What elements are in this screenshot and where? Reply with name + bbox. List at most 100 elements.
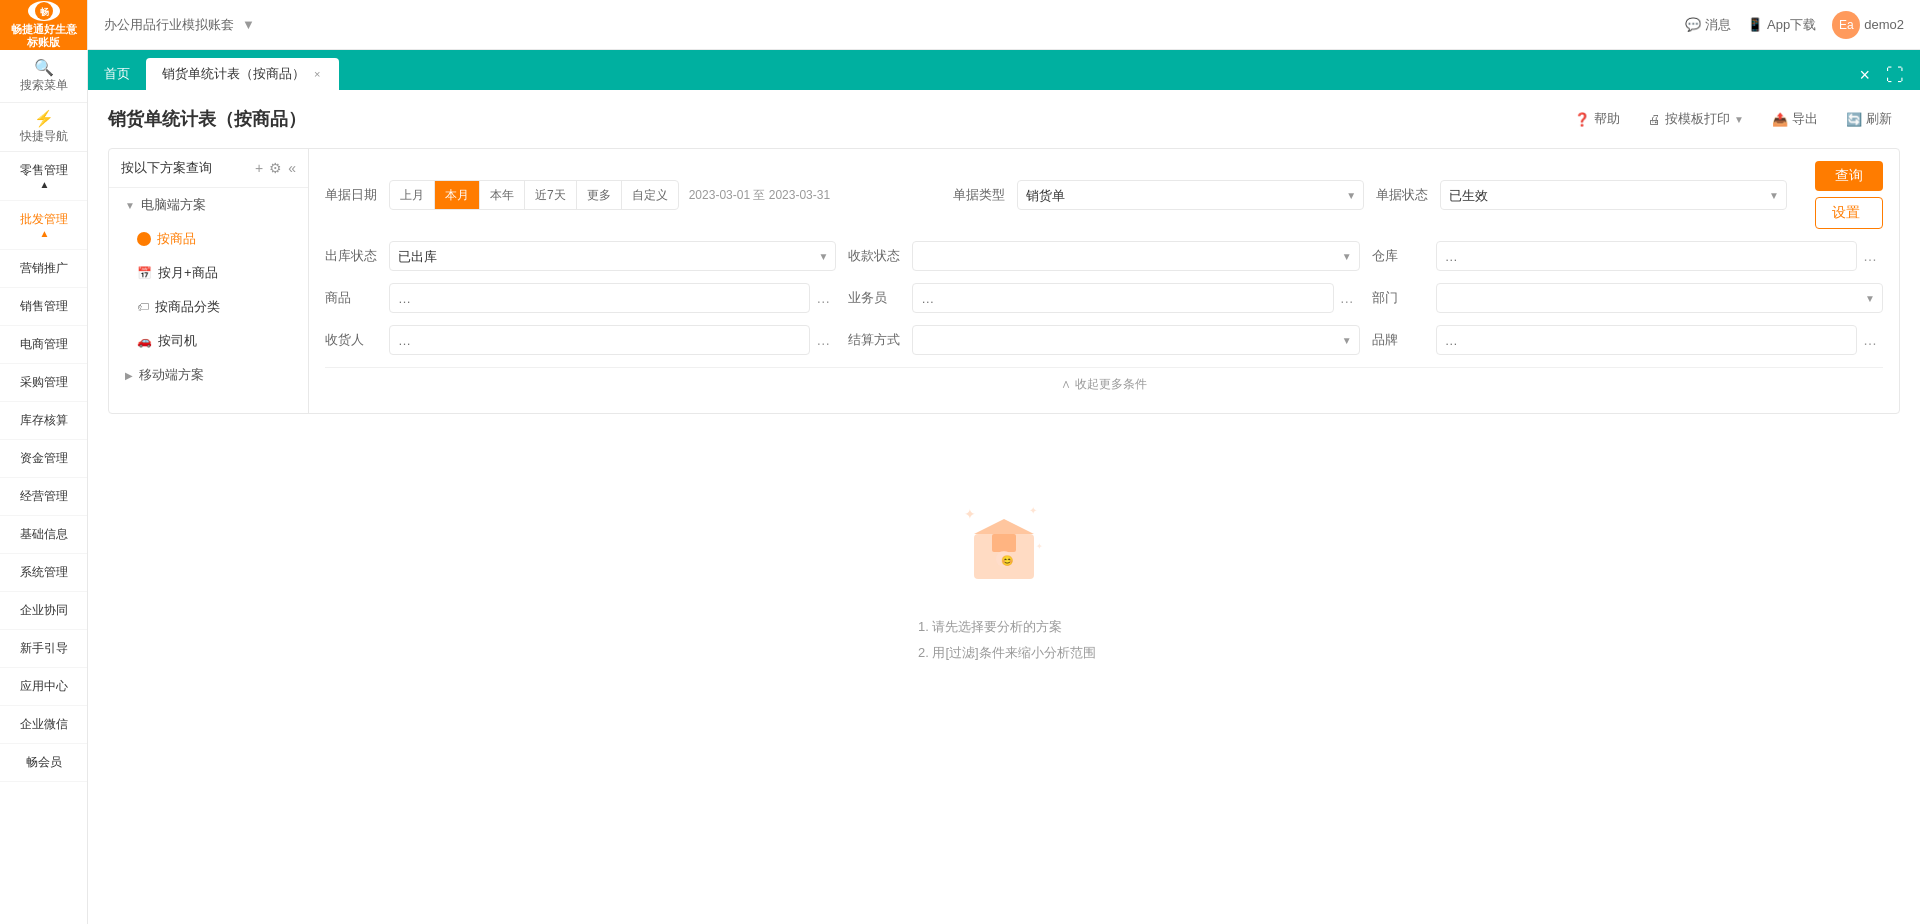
sidebar-logo: 畅 畅捷通好生意 标账版	[0, 0, 87, 50]
consignee-input[interactable]	[389, 325, 810, 355]
page-title: 销货单统计表（按商品）	[108, 107, 306, 131]
brand-label: 品牌	[1372, 331, 1428, 349]
svg-text:✦: ✦	[964, 506, 976, 522]
filter-field-out-status: 出库状态 已出库 ▼	[325, 241, 836, 271]
filter-sidebar: 按以下方案查询 + ⚙ « ▼ 电脑端方案 按商品	[109, 149, 309, 413]
date-tab-this-month[interactable]: 本月	[435, 181, 480, 209]
sidebar-item-label-7: 资金管理	[20, 450, 68, 467]
tab-close-window-btn[interactable]: ×	[1855, 61, 1874, 90]
tab-home[interactable]: 首页	[88, 58, 146, 90]
sidebar-quick-nav[interactable]: ⚡ 快捷导航	[0, 103, 87, 152]
sidebar-item-label-8: 经营管理	[20, 488, 68, 505]
sidebar-item-15[interactable]: 畅会员	[0, 744, 87, 782]
empty-text: 请先选择要分析的方案 用[过滤]条件来缩小分析范围	[912, 614, 1095, 666]
svg-text:畅: 畅	[39, 7, 48, 17]
filter-add-icon[interactable]: +	[255, 160, 263, 176]
sidebar-item-3[interactable]: 销售管理	[0, 288, 87, 326]
sidebar-item-13[interactable]: 应用中心	[0, 668, 87, 706]
template-print-btn[interactable]: 🖨 按模板打印 ▼	[1640, 106, 1752, 132]
payment-select-wrap: ▼	[912, 325, 1359, 355]
filter-tree-mobile[interactable]: ▶ 移动端方案	[109, 358, 308, 392]
sidebar-item-8[interactable]: 经营管理	[0, 478, 87, 516]
filter-field-date: 单据日期 上月 本月 本年 近7天 更多 自定义 20	[325, 180, 941, 210]
salesperson-label: 业务员	[848, 289, 904, 307]
sidebar-item-label-15: 畅会员	[26, 754, 62, 771]
sidebar-search[interactable]: 🔍 搜索菜单	[0, 50, 87, 103]
doc-status-select-wrap: 已生效 ▼	[1440, 180, 1787, 210]
settings-btn[interactable]: 设置	[1815, 197, 1883, 229]
date-tab-this-year[interactable]: 本年	[480, 181, 525, 209]
sidebar-item-7[interactable]: 资金管理	[0, 440, 87, 478]
sidebar-item-11[interactable]: 企业协同	[0, 592, 87, 630]
sidebar-item-label-11: 企业协同	[20, 602, 68, 619]
receipt-status-select[interactable]	[912, 241, 1359, 271]
collapse-conditions-btn[interactable]: ∧ 收起更多条件	[325, 367, 1883, 401]
tab-maximize-btn[interactable]: ⛶	[1882, 61, 1908, 90]
filter-row-3: 商品 … 业务员 … 部门	[325, 283, 1883, 313]
sidebar-item-1[interactable]: 批发管理▲	[0, 201, 87, 250]
sidebar-item-label-13: 应用中心	[20, 678, 68, 695]
product-dots-btn[interactable]: …	[810, 290, 836, 306]
sidebar-item-label-3: 销售管理	[20, 298, 68, 315]
filter-collapse-icon[interactable]: «	[288, 160, 296, 176]
filter-sidebar-icons: + ⚙ «	[255, 160, 296, 176]
sidebar-item-label-14: 企业微信	[20, 716, 68, 733]
export-btn[interactable]: 📤 导出	[1764, 106, 1826, 132]
receipt-status-label: 收款状态	[848, 247, 904, 265]
doc-type-label: 单据类型	[953, 186, 1009, 204]
app-download-btn[interactable]: 📱 App下载	[1747, 16, 1816, 34]
warehouse-dots-btn[interactable]: …	[1857, 248, 1883, 264]
sidebar-item-12[interactable]: 新手引导	[0, 630, 87, 668]
sidebar-item-10[interactable]: 系统管理	[0, 554, 87, 592]
industry-dropdown-icon[interactable]: ▼	[242, 17, 255, 32]
help-icon: ❓	[1574, 112, 1590, 127]
date-tab-last7[interactable]: 近7天	[525, 181, 577, 209]
filter-tree-desktop[interactable]: ▼ 电脑端方案	[109, 188, 308, 222]
filter-field-receipt-status: 收款状态 ▼	[848, 241, 1359, 271]
department-select-wrap: ▼	[1436, 283, 1883, 313]
tab-home-label: 首页	[104, 65, 130, 83]
refresh-btn[interactable]: 🔄 刷新	[1838, 106, 1900, 132]
filter-row-4: 收货人 … 结算方式 ▼	[325, 325, 1883, 355]
month-icon: 📅	[137, 266, 152, 280]
date-tab-more[interactable]: 更多	[577, 181, 622, 209]
product-input[interactable]	[389, 283, 810, 313]
sidebar-item-4[interactable]: 电商管理	[0, 326, 87, 364]
sidebar-item-6[interactable]: 库存核算	[0, 402, 87, 440]
salesperson-input[interactable]	[912, 283, 1333, 313]
tab-window-actions: × ⛶	[1855, 61, 1920, 90]
user-profile[interactable]: Ea demo2	[1832, 11, 1904, 39]
sidebar-item-label-9: 基础信息	[20, 526, 68, 543]
brand-dots-btn[interactable]: …	[1857, 332, 1883, 348]
doc-type-select[interactable]: 销货单	[1017, 180, 1364, 210]
filter-tree-item-by-category[interactable]: 🏷 按商品分类	[109, 290, 308, 324]
date-tab-last-month[interactable]: 上月	[390, 181, 435, 209]
date-tab-custom[interactable]: 自定义	[622, 181, 678, 209]
doc-status-select[interactable]: 已生效	[1440, 180, 1787, 210]
sidebar-item-5[interactable]: 采购管理	[0, 364, 87, 402]
consignee-dots-btn[interactable]: …	[810, 332, 836, 348]
filter-tree-item-by-month-product[interactable]: 📅 按月+商品	[109, 256, 308, 290]
sidebar-item-14[interactable]: 企业微信	[0, 706, 87, 744]
doc-status-label: 单据状态	[1376, 186, 1432, 204]
brand-input[interactable]	[1436, 325, 1857, 355]
payment-select[interactable]	[912, 325, 1359, 355]
sidebar-item-0[interactable]: 零售管理▲	[0, 152, 87, 201]
filter-tree-item-by-product[interactable]: 按商品	[109, 222, 308, 256]
filter-settings-icon[interactable]: ⚙	[269, 160, 282, 176]
sidebar-item-2[interactable]: 营销推广	[0, 250, 87, 288]
help-btn[interactable]: ❓ 帮助	[1566, 106, 1628, 132]
salesperson-dots-btn[interactable]: …	[1334, 290, 1360, 306]
warehouse-input[interactable]	[1436, 241, 1857, 271]
out-status-select[interactable]: 已出库	[389, 241, 836, 271]
department-select[interactable]	[1436, 283, 1883, 313]
tabbar: 首页 销货单统计表（按商品） × × ⛶	[88, 50, 1920, 90]
sidebar-item-label-2: 营销推广	[20, 260, 68, 277]
message-btn[interactable]: 💬 消息	[1685, 16, 1731, 34]
filter-tree-item-by-cashier[interactable]: 🚗 按司机	[109, 324, 308, 358]
query-btn[interactable]: 查询	[1815, 161, 1883, 191]
tab-close-btn[interactable]: ×	[311, 67, 323, 81]
sidebar-item-9[interactable]: 基础信息	[0, 516, 87, 554]
tab-active[interactable]: 销货单统计表（按商品） ×	[146, 58, 339, 90]
topbar-left: 办公用品行业模拟账套 ▼	[104, 16, 255, 34]
